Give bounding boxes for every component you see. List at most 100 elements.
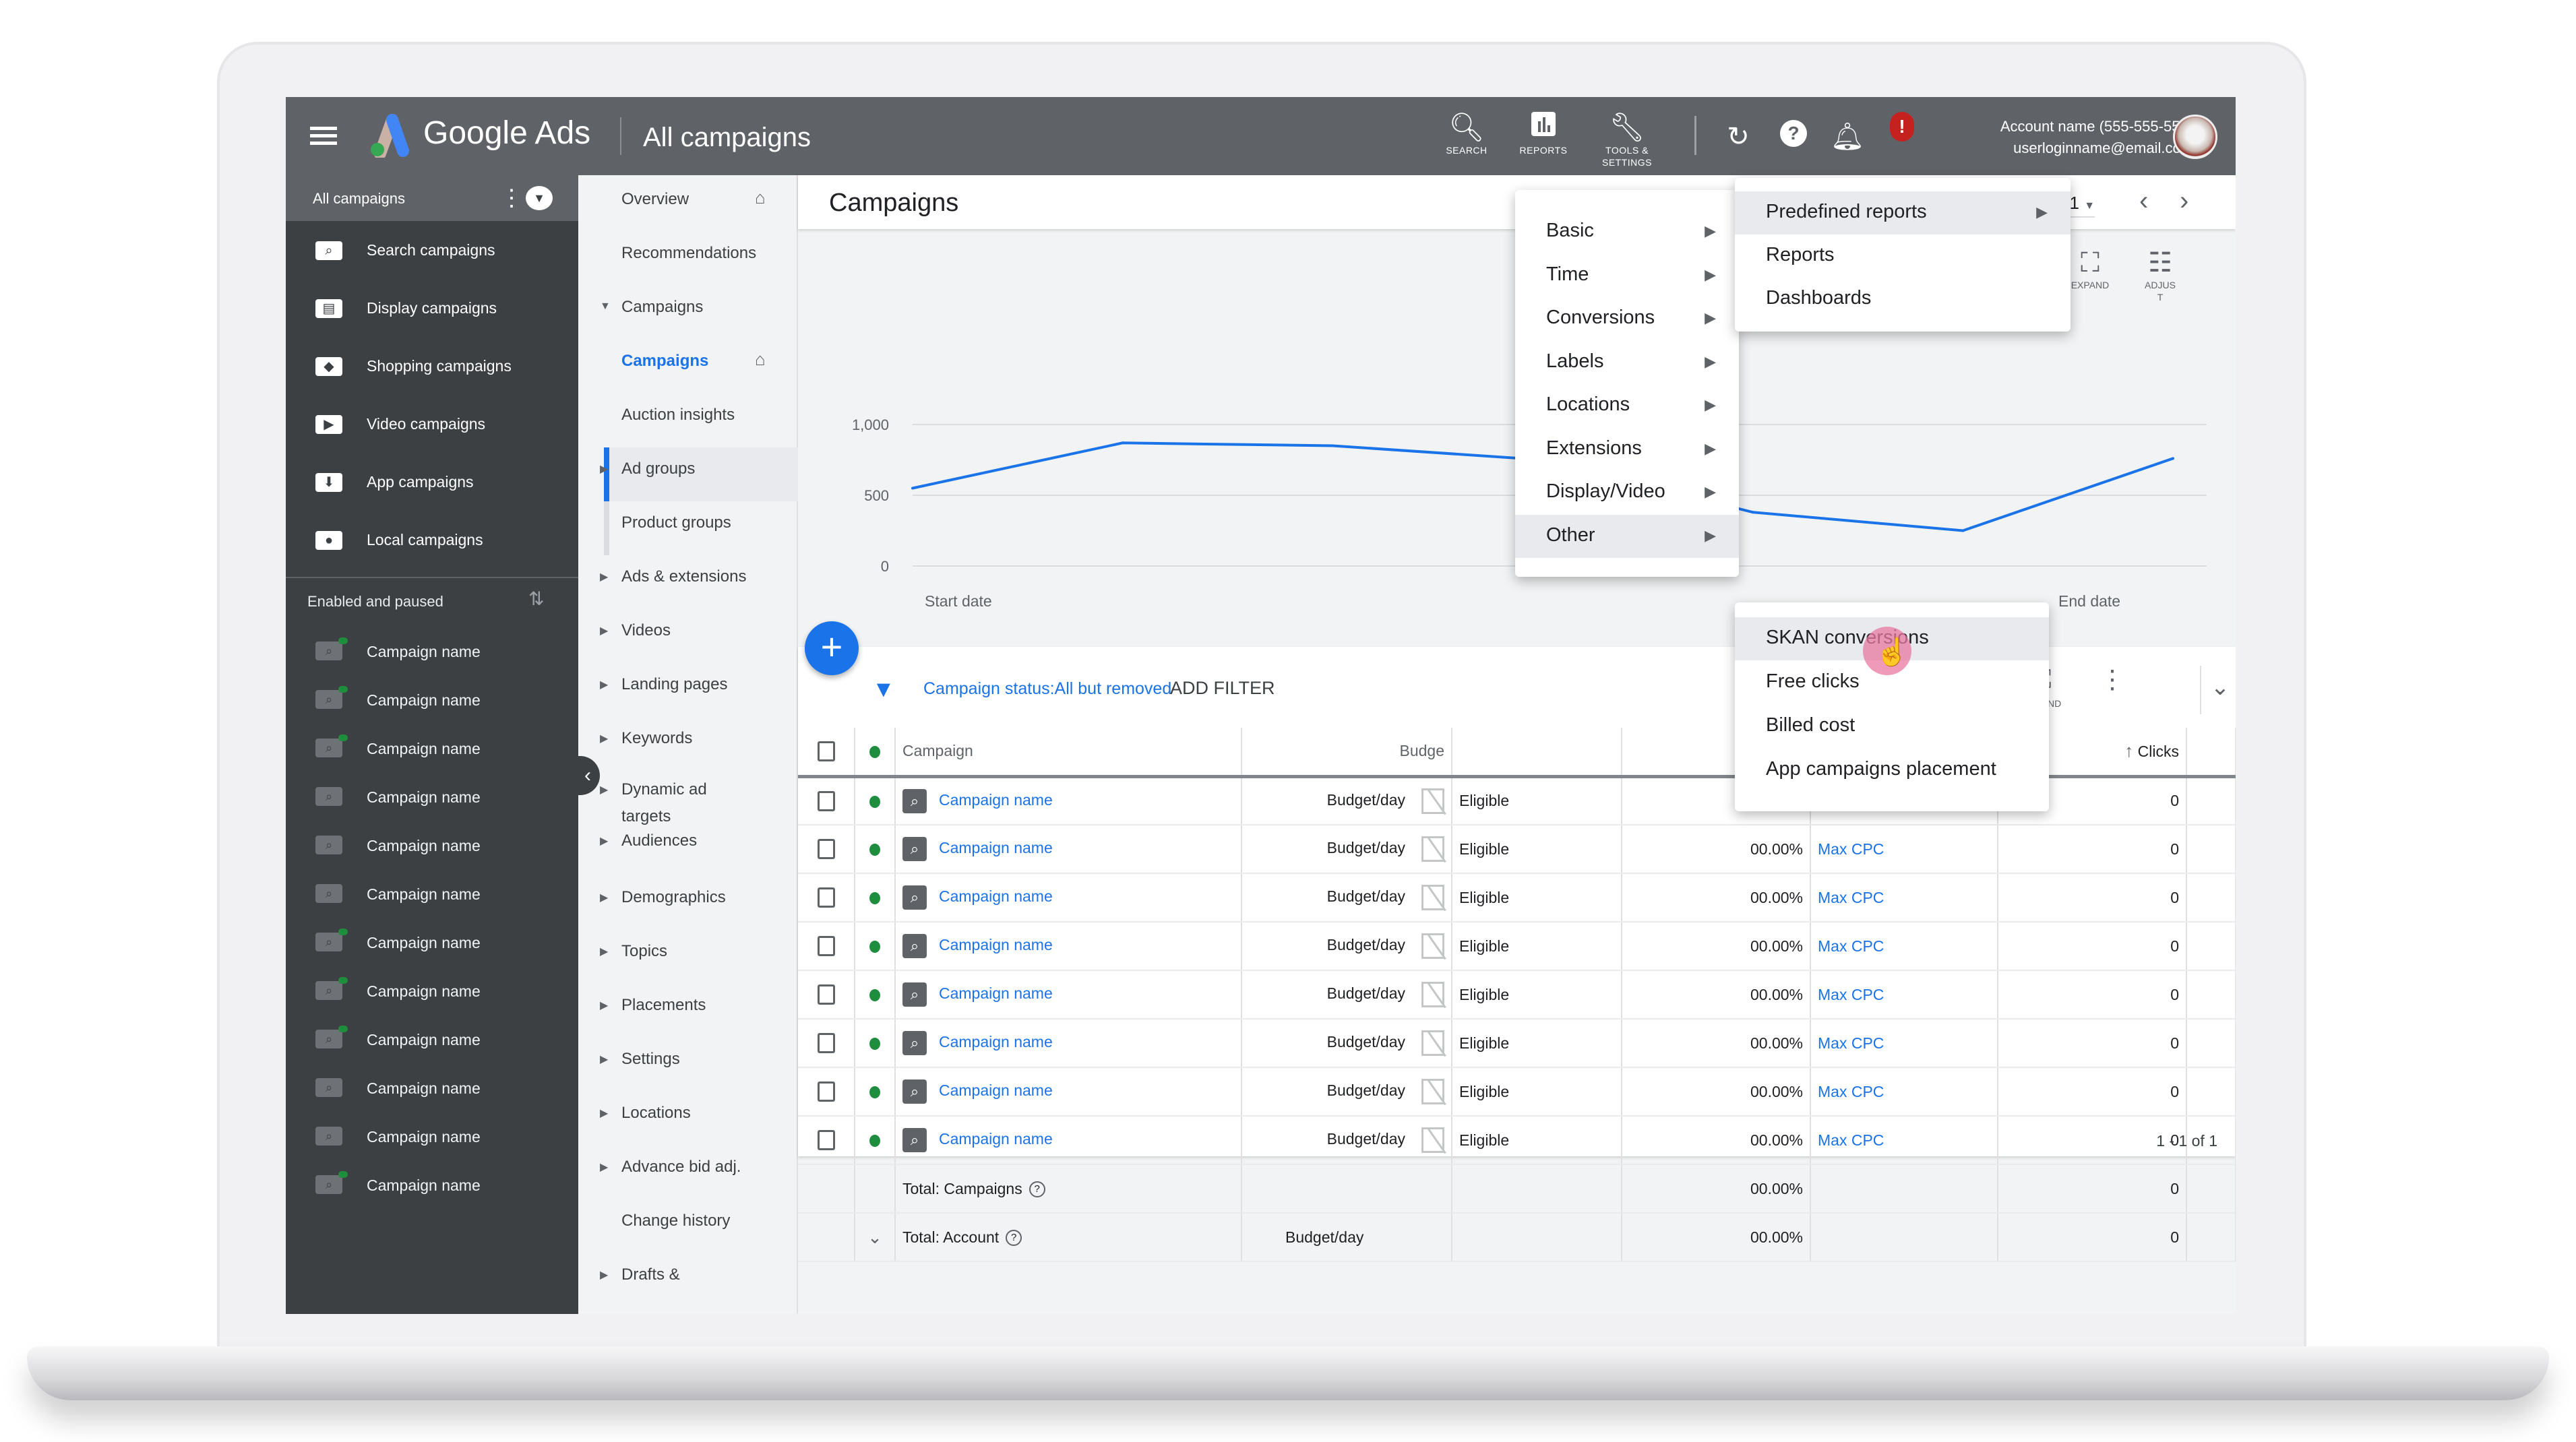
sidebar-campaign-item[interactable]: ⌕ Campaign name — [286, 1063, 578, 1112]
menu-item-reports[interactable]: Reports — [1735, 234, 2071, 278]
page-nav-item-locations[interactable]: ▶ Locations — [578, 1100, 798, 1140]
sidebar-campaign-item[interactable]: ⌕ Campaign name — [286, 1112, 578, 1160]
sidebar-campaign-item[interactable]: ⌕ Campaign name — [286, 772, 578, 821]
sidebar-campaign-item[interactable]: ⌕ Campaign name — [286, 724, 578, 772]
sidebar-item-search-campaigns[interactable]: ⌕ Search campaigns — [286, 221, 578, 279]
select-all-checkbox[interactable] — [798, 728, 855, 778]
table-row[interactable]: ⌕ Campaign name Budget/day Eligible00.00% Ma… — [798, 970, 2236, 1020]
page-nav-item-overview[interactable]: Overview ⌂ — [578, 186, 798, 226]
campaign-link[interactable]: Campaign name — [939, 1033, 1053, 1051]
bid-strategy-link[interactable]: Max CPC — [1818, 986, 1884, 1003]
menu-item-other[interactable]: Other ▶ — [1515, 514, 1739, 558]
sidebar-campaign-item[interactable]: ⌕ Campaign name — [286, 1160, 578, 1209]
sidebar-item-app-campaigns[interactable]: ⬇ App campaigns — [286, 453, 578, 511]
previous-period-icon[interactable]: ‹ — [2139, 186, 2148, 216]
status-column-header[interactable] — [855, 728, 896, 778]
page-nav-item-videos[interactable]: ▶ Videos — [578, 617, 798, 658]
account-name[interactable]: Account name (555-555-555) — [1930, 116, 2193, 137]
page-nav-item-settings[interactable]: ▶ Settings — [578, 1046, 798, 1086]
row-checkbox[interactable] — [798, 1067, 855, 1117]
page-nav-item-drafts[interactable]: ▶ Drafts & — [578, 1261, 798, 1302]
page-nav-item-campaigns[interactable]: ▼ Campaigns — [578, 294, 798, 334]
bid-strategy-link[interactable]: Max CPC — [1818, 889, 1884, 906]
bid-strategy-link[interactable]: Max CPC — [1818, 937, 1884, 955]
budget-edit-icon[interactable] — [1421, 982, 1444, 1007]
avatar[interactable] — [2173, 115, 2217, 159]
bid-strategy-link[interactable]: Max CPC — [1818, 1034, 1884, 1052]
page-nav-item-demographics[interactable]: ▶ Demographics — [578, 884, 798, 924]
more-options-icon[interactable]: ⋮ — [2079, 663, 2146, 697]
sidebar-item-display-campaigns[interactable]: ▤ Display campaigns — [286, 279, 578, 337]
active-filter-chip[interactable]: Campaign status:All but removed — [923, 679, 1171, 699]
refresh-icon[interactable]: ↻ — [1720, 119, 1756, 155]
row-checkbox[interactable] — [798, 922, 855, 971]
sidebar-item-video-campaigns[interactable]: ▶ Video campaigns — [286, 395, 578, 453]
table-row[interactable]: ⌕ Campaign name Budget/day Eligible00.00% Ma… — [798, 1019, 2236, 1068]
page-nav-item-ads-extensions[interactable]: ▶ Ads & extensions — [578, 563, 798, 604]
page-nav-item-keywords[interactable]: ▶ Keywords — [578, 725, 798, 765]
bid-strategy-link[interactable]: Max CPC — [1818, 840, 1884, 858]
sidebar-campaign-item[interactable]: ⌕ Campaign name — [286, 918, 578, 966]
table-row[interactable]: ⌕ Campaign name Budget/day Eligible00.00% Ma… — [798, 825, 2236, 874]
budget-edit-icon[interactable] — [1421, 1079, 1444, 1104]
page-nav-item-product-groups[interactable]: Product groups — [578, 509, 798, 550]
expand-total-icon[interactable]: ⌄ — [855, 1213, 896, 1262]
tools-settings-button[interactable]: 🔧︎ TOOLS & SETTINGS — [1593, 111, 1661, 168]
menu-item-locations[interactable]: Locations ▶ — [1515, 384, 1739, 427]
hamburger-menu-icon[interactable] — [310, 123, 337, 150]
sidebar-campaign-item[interactable]: ⌕ Campaign name — [286, 869, 578, 918]
budget-edit-icon[interactable] — [1421, 788, 1444, 814]
page-nav-item-placements[interactable]: ▶ Placements — [578, 992, 798, 1032]
search-button[interactable]: 🔍︎ SEARCH — [1433, 111, 1500, 156]
campaign-link[interactable]: Campaign name — [939, 887, 1053, 905]
help-icon[interactable]: ? — [1006, 1230, 1022, 1247]
menu-item-conversions[interactable]: Conversions ▶ — [1515, 297, 1739, 340]
add-filter-button[interactable]: ADD FILTER — [1170, 678, 1275, 699]
page-nav-item-recommendations[interactable]: Recommendations — [578, 240, 798, 280]
menu-item-app-campaigns-placement[interactable]: App campaigns placement — [1735, 749, 2049, 792]
sidebar-item-local-campaigns[interactable]: ● Local campaigns — [286, 511, 578, 569]
sidebar-campaign-item[interactable]: ⌕ Campaign name — [286, 627, 578, 675]
account-email[interactable]: userloginname@email.com — [1930, 137, 2193, 159]
help-icon[interactable]: ? — [1775, 119, 1812, 155]
menu-item-display-video[interactable]: Display/Video ▶ — [1515, 471, 1739, 514]
sidebar-campaign-item[interactable]: ⌕ Campaign name — [286, 675, 578, 724]
more-vert-icon[interactable]: ⋮ — [500, 186, 523, 210]
notifications-bell-icon[interactable]: 🔔︎ — [1829, 119, 1866, 155]
page-nav-item-landing-pages[interactable]: ▶ Landing pages — [578, 671, 798, 712]
table-row[interactable]: ⌕ Campaign name Budget/day Eligible00.00% Ma… — [798, 1067, 2236, 1117]
menu-item-predefined-reports[interactable]: Predefined reports ▶ — [1735, 191, 2071, 234]
row-checkbox[interactable] — [798, 1019, 855, 1068]
row-checkbox[interactable] — [798, 970, 855, 1020]
page-nav-item-auction-insights[interactable]: Auction insights — [578, 402, 798, 442]
budget-edit-icon[interactable] — [1421, 933, 1444, 959]
menu-item-extensions[interactable]: Extensions ▶ — [1515, 428, 1739, 471]
bid-strategy-link[interactable]: Max CPC — [1818, 1083, 1884, 1100]
column-header-campaign[interactable]: Campaign — [895, 728, 1242, 778]
collapse-table-icon[interactable]: ⌄ — [2207, 674, 2234, 701]
budget-edit-icon[interactable] — [1421, 836, 1444, 862]
menu-item-basic[interactable]: Basic ▶ — [1515, 210, 1739, 253]
page-nav-item-change-history[interactable]: Change history — [578, 1208, 798, 1248]
page-nav-item-audiences[interactable]: ▶ Audiences — [578, 827, 798, 868]
column-header-status[interactable] — [1452, 728, 1622, 778]
reports-button[interactable]: REPORTS — [1510, 111, 1577, 156]
dropdown-arrow-icon[interactable]: ▼ — [526, 186, 553, 210]
page-nav-item-ad-groups[interactable]: ▶ Ad groups — [578, 456, 798, 496]
page-nav-item-topics[interactable]: ▶ Topics — [578, 938, 798, 978]
campaign-link[interactable]: Campaign name — [939, 1082, 1053, 1099]
next-period-icon[interactable]: › — [2180, 186, 2188, 216]
campaign-link[interactable]: Campaign name — [939, 839, 1053, 856]
budget-edit-icon[interactable] — [1421, 1030, 1444, 1056]
add-campaign-button[interactable]: + — [805, 621, 859, 675]
budget-edit-icon[interactable] — [1421, 885, 1444, 910]
menu-item-billed-cost[interactable]: Billed cost — [1735, 705, 2049, 748]
row-checkbox[interactable] — [798, 776, 855, 825]
menu-item-labels[interactable]: Labels ▶ — [1515, 341, 1739, 384]
sidebar-campaign-item[interactable]: ⌕ Campaign name — [286, 1015, 578, 1063]
page-nav-item-campaigns[interactable]: Campaigns ⌂ — [578, 348, 798, 388]
menu-item-dashboards[interactable]: Dashboards — [1735, 278, 2071, 321]
table-row[interactable]: ⌕ Campaign name Budget/day Eligible00.00% Ma… — [798, 922, 2236, 971]
help-icon[interactable]: ? — [1029, 1181, 1045, 1198]
sidebar-item-shopping-campaigns[interactable]: ◆ Shopping campaigns — [286, 337, 578, 395]
